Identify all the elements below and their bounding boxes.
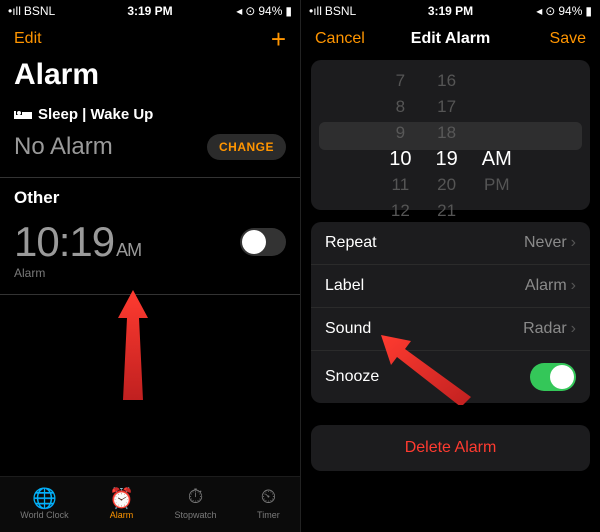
signal-icon: •ıll	[8, 4, 21, 18]
status-time: 3:19 PM	[127, 4, 172, 18]
signal-icon: •ıll	[309, 4, 322, 18]
screen-alarm-list: •ıll BSNL 3:19 PM ◂ ⊙ 94% ▮ Edit + Alarm…	[0, 0, 300, 532]
row-label-setting[interactable]: Label Alarm›	[311, 265, 590, 308]
sleep-head-label: Sleep | Wake Up	[38, 106, 153, 123]
status-bar: •ıll BSNL 3:19 PM ◂ ⊙ 94% ▮	[301, 0, 600, 22]
change-button[interactable]: CHANGE	[207, 134, 286, 160]
navbar: Edit +	[0, 22, 300, 56]
tab-stopwatch[interactable]: ⏱ Stopwatch	[175, 486, 217, 520]
alarm-item[interactable]: 10:19AM	[0, 212, 300, 266]
alarm-settings-list: Repeat Never› Label Alarm› Sound Radar› …	[311, 222, 590, 403]
add-alarm-button[interactable]: +	[271, 26, 286, 52]
divider	[0, 294, 300, 295]
battery-pct: 94%	[558, 4, 582, 18]
row-label: Snooze	[325, 368, 379, 386]
tab-timer[interactable]: ⏲ Timer	[257, 486, 280, 520]
stopwatch-icon: ⏱	[188, 486, 204, 508]
chevron-right-icon: ›	[571, 234, 576, 252]
row-value: Never	[524, 234, 567, 252]
sleep-section: Sleep | Wake Up No Alarm CHANGE	[0, 100, 300, 171]
row-snooze: Snooze	[311, 351, 590, 403]
no-alarm-label: No Alarm	[14, 133, 113, 161]
alarm-toggle[interactable]	[240, 228, 286, 256]
row-value: Radar	[523, 320, 567, 338]
picker-ampm-col[interactable]: AM PM	[482, 68, 512, 224]
globe-icon: 🌐	[32, 486, 57, 508]
time-picker[interactable]: 7 8 9 10 11 12 16 17 18 19 20 21 AM PM	[311, 60, 590, 210]
row-value: Alarm	[525, 277, 567, 295]
row-label: Repeat	[325, 234, 377, 252]
navbar: Cancel Edit Alarm Save	[301, 22, 600, 56]
status-bar: •ıll BSNL 3:19 PM ◂ ⊙ 94% ▮	[0, 0, 300, 22]
cancel-button[interactable]: Cancel	[315, 30, 365, 48]
nav-title: Edit Alarm	[411, 30, 490, 48]
battery-pct: 94%	[258, 4, 282, 18]
edit-button[interactable]: Edit	[14, 30, 42, 48]
alarm-indicator-icon: ⊙	[545, 4, 555, 18]
carrier-label: BSNL	[325, 4, 356, 18]
battery-icon: ▮	[585, 4, 592, 18]
alarm-time: 10:19AM	[14, 218, 141, 265]
arrow-annotation	[108, 290, 158, 400]
tab-label: Stopwatch	[175, 510, 217, 520]
tab-world-clock[interactable]: 🌐 World Clock	[20, 486, 68, 520]
snooze-toggle[interactable]	[530, 363, 576, 391]
location-icon: ◂	[236, 4, 242, 18]
tab-label: World Clock	[20, 510, 68, 520]
alarm-time-ampm: AM	[116, 240, 141, 260]
tab-bar: 🌐 World Clock ⏰ Alarm ⏱ Stopwatch ⏲ Time…	[0, 476, 300, 532]
chevron-right-icon: ›	[571, 320, 576, 338]
row-label: Label	[325, 277, 364, 295]
row-sound[interactable]: Sound Radar›	[311, 308, 590, 351]
bed-icon	[14, 109, 32, 121]
location-icon: ◂	[536, 4, 542, 18]
alarm-indicator-icon: ⊙	[245, 4, 255, 18]
save-button[interactable]: Save	[550, 30, 586, 48]
other-header: Other	[0, 178, 300, 212]
picker-hour-col[interactable]: 7 8 9 10 11 12	[389, 68, 411, 224]
timer-icon: ⏲	[261, 486, 277, 508]
carrier-label: BSNL	[24, 4, 55, 18]
tab-label: Timer	[257, 510, 280, 520]
alarm-icon: ⏰	[109, 486, 134, 508]
screen-edit-alarm: •ıll BSNL 3:19 PM ◂ ⊙ 94% ▮ Cancel Edit …	[300, 0, 600, 532]
page-title: Alarm	[0, 56, 300, 100]
alarm-sublabel: Alarm	[0, 266, 300, 288]
picker-minute-col[interactable]: 16 17 18 19 20 21	[436, 68, 458, 224]
row-repeat[interactable]: Repeat Never›	[311, 222, 590, 265]
tab-alarm[interactable]: ⏰ Alarm	[109, 486, 134, 520]
alarm-time-value: 10:19	[14, 218, 114, 265]
chevron-right-icon: ›	[571, 277, 576, 295]
row-label: Sound	[325, 320, 371, 338]
tab-label: Alarm	[110, 510, 134, 520]
delete-alarm-button[interactable]: Delete Alarm	[311, 425, 590, 471]
battery-icon: ▮	[285, 4, 292, 18]
status-time: 3:19 PM	[428, 4, 473, 18]
